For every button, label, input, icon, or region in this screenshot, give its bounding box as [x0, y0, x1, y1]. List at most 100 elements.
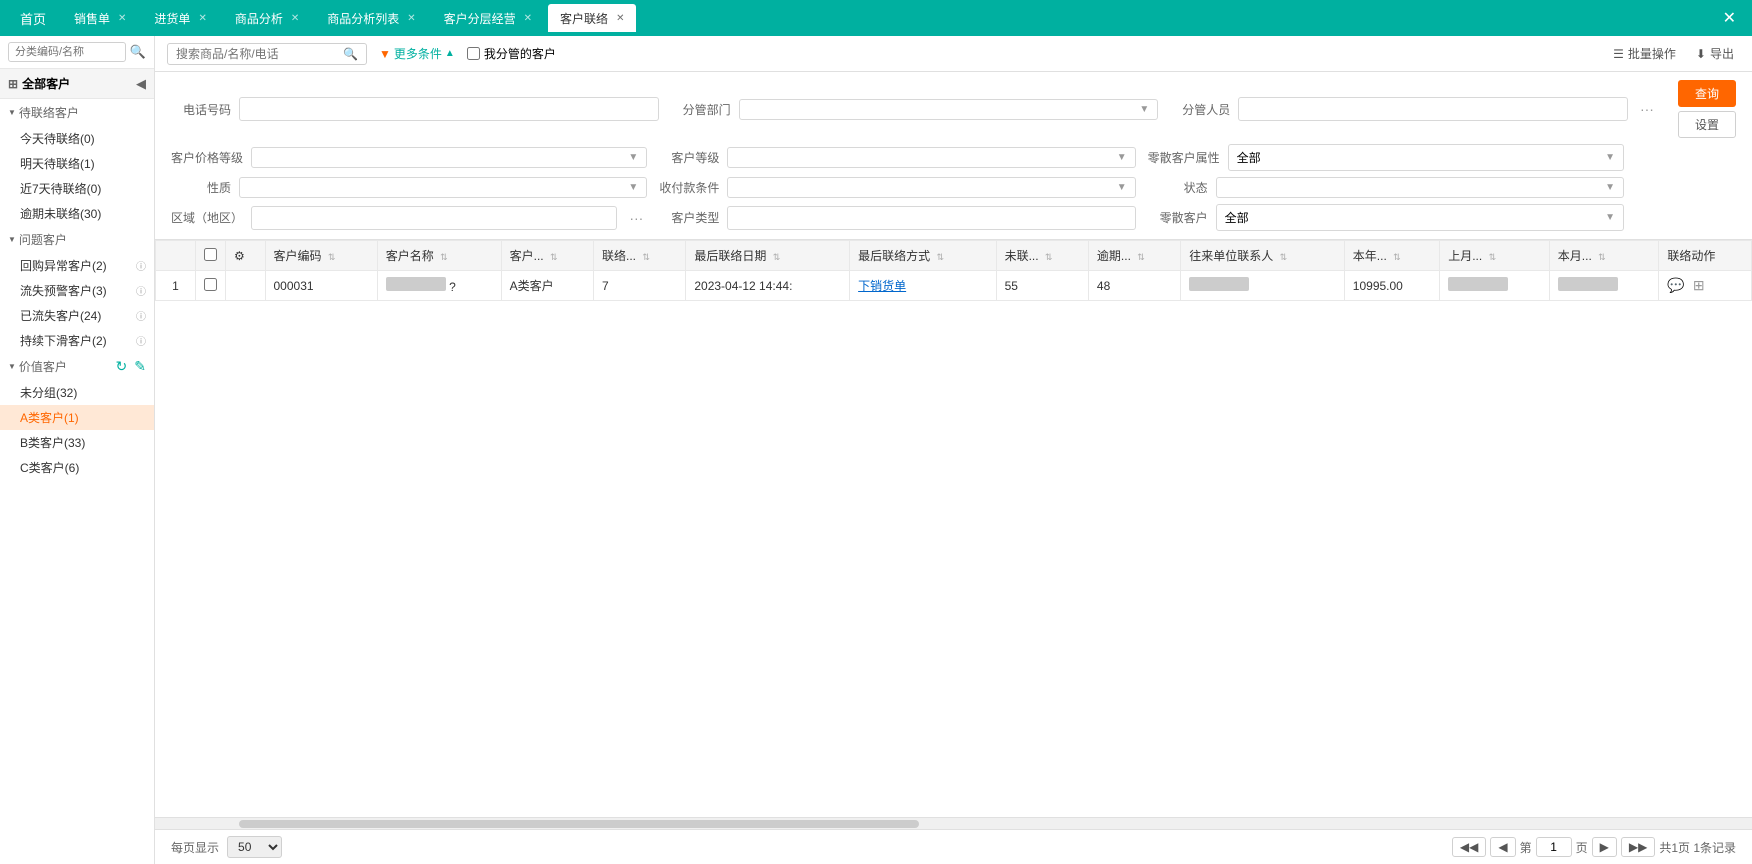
sort-last-date: ⇅: [773, 252, 781, 262]
col-header-type[interactable]: 客户... ⇅: [501, 241, 593, 271]
close-tab-customer-contact[interactable]: ✕: [616, 13, 624, 24]
filter-dept-select[interactable]: ▼: [739, 99, 1159, 120]
filter-phone-input[interactable]: [239, 97, 659, 121]
cust-grade-arrow: ▼: [1117, 152, 1127, 163]
info-icon-3: ⓘ: [136, 308, 146, 323]
first-page-btn[interactable]: ◀◀: [1452, 837, 1486, 857]
table-header-row: ⚙ 客户编码 ⇅ 客户名称 ⇅ 客户... ⇅: [156, 241, 1752, 271]
export-btn[interactable]: ⬇ 导出: [1690, 42, 1740, 65]
close-tab-analysis[interactable]: ✕: [291, 13, 299, 24]
nav-home[interactable]: 首页: [8, 4, 58, 32]
col-header-settings[interactable]: ⚙: [226, 241, 266, 271]
page-number-input[interactable]: [1536, 837, 1572, 857]
sidebar-collapse-icon[interactable]: ◀: [136, 76, 146, 92]
close-tab-analysis-list[interactable]: ✕: [407, 13, 415, 24]
filter-region-input[interactable]: [251, 206, 617, 230]
filter-scatter-select[interactable]: 全部 ▼: [1216, 204, 1624, 231]
main-layout: 🔍 ⊞ 全部客户 ◀ ▼ 待联络客户 今天待联络(0) 明天待联络(1) 近7天…: [0, 36, 1752, 864]
col-header-unit-contact[interactable]: 往来单位联系人 ⇅: [1181, 241, 1345, 271]
sidebar-item-overdue[interactable]: 逾期未联络(30): [0, 201, 154, 226]
nav-tab-customer-contact[interactable]: 客户联络 ✕: [548, 4, 636, 32]
query-button[interactable]: 查询: [1678, 80, 1736, 107]
col-header-code[interactable]: 客户编码 ⇅: [265, 241, 377, 271]
sort-name: ⇅: [440, 252, 448, 262]
cell-no-contact: 55: [996, 271, 1088, 301]
col-header-this-year[interactable]: 本年... ⇅: [1344, 241, 1439, 271]
filter-scatter-attr-select[interactable]: 全部 ▼: [1228, 144, 1624, 171]
filter-customer-type-input[interactable]: [727, 206, 1135, 230]
sort-this-month: ⇅: [1598, 252, 1606, 262]
scrollbar-thumb[interactable]: [239, 820, 919, 828]
cell-last-method[interactable]: 下销货单: [850, 271, 996, 301]
window-close-btn[interactable]: ✕: [1715, 8, 1744, 28]
filter-payment-select[interactable]: ▼: [727, 177, 1135, 198]
close-tab-customer-mgmt[interactable]: ✕: [524, 13, 532, 24]
sidebar-item-class-a[interactable]: A类客户(1): [0, 405, 154, 430]
cell-num: 1: [156, 271, 196, 301]
my-customers-check[interactable]: [467, 47, 480, 60]
nav-tab-customer-mgmt[interactable]: 客户分层经营 ✕: [432, 4, 544, 32]
sidebar-item-class-b[interactable]: B类客户(33): [0, 430, 154, 455]
sidebar-item-unclassified[interactable]: 未分组(32): [0, 380, 154, 405]
sidebar-search-icon[interactable]: 🔍: [130, 44, 146, 60]
select-all-checkbox[interactable]: [204, 248, 217, 261]
filter-row-2: 客户价格等级 ▼ 客户等级 ▼ 零散客户属性 全部: [171, 144, 1736, 171]
filter-status-label: 状态: [1148, 179, 1208, 196]
last-page-btn[interactable]: ▶▶: [1621, 837, 1655, 857]
settings-button[interactable]: 设置: [1678, 111, 1736, 138]
section-pending-contact[interactable]: ▼ 待联络客户: [0, 99, 154, 126]
batch-op-btn[interactable]: ☰ 批量操作: [1607, 42, 1682, 65]
table-settings-icon[interactable]: ⚙: [234, 249, 245, 263]
sidebar-search-input[interactable]: [8, 42, 126, 62]
section-problem-customers[interactable]: ▼ 问题客户: [0, 226, 154, 253]
grid-action-icon[interactable]: ⊞: [1693, 277, 1705, 294]
message-icon[interactable]: 💬: [1667, 277, 1684, 294]
sidebar-item-declining[interactable]: 持续下滑客户(2) ⓘ: [0, 328, 154, 353]
per-page-select[interactable]: 50 100 200: [227, 836, 282, 858]
nav-tab-sales[interactable]: 销售单 ✕: [62, 4, 138, 32]
close-tab-sales[interactable]: ✕: [118, 13, 126, 24]
col-header-no-contact[interactable]: 未联... ⇅: [996, 241, 1088, 271]
col-header-this-month[interactable]: 本月... ⇅: [1549, 241, 1659, 271]
section-triangle: ▼: [8, 108, 16, 117]
col-header-last-month[interactable]: 上月... ⇅: [1440, 241, 1550, 271]
close-tab-purchase[interactable]: ✕: [198, 13, 206, 24]
filter-status-select[interactable]: ▼: [1216, 177, 1624, 198]
sidebar-item-class-c[interactable]: C类客户(6): [0, 455, 154, 480]
nav-tab-analysis[interactable]: 商品分析 ✕: [223, 4, 311, 32]
sidebar-item-repurchase-anomaly[interactable]: 回购异常客户(2) ⓘ: [0, 253, 154, 278]
filter-search-input[interactable]: [176, 47, 339, 61]
horizontal-scrollbar[interactable]: [155, 817, 1752, 829]
sidebar-item-today[interactable]: 今天待联络(0): [0, 126, 154, 151]
col-header-name[interactable]: 客户名称 ⇅: [377, 241, 501, 271]
sidebar-item-tomorrow[interactable]: 明天待联络(1): [0, 151, 154, 176]
col-header-contact[interactable]: 联络... ⇅: [593, 241, 685, 271]
col-header-last-method[interactable]: 最后联络方式 ⇅: [850, 241, 996, 271]
edit-icon[interactable]: ✎: [134, 358, 146, 375]
nav-tab-analysis-list[interactable]: 商品分析列表 ✕: [315, 4, 427, 32]
col-header-overdue[interactable]: 逾期... ⇅: [1088, 241, 1180, 271]
cell-check[interactable]: [196, 271, 226, 301]
last-month-blurred: [1448, 277, 1508, 291]
sidebar-item-churn-warning[interactable]: 流失预警客户(3) ⓘ: [0, 278, 154, 303]
filter-region-more[interactable]: ···: [625, 210, 647, 226]
filter-manager-input[interactable]: [1238, 97, 1628, 121]
refresh-icon[interactable]: ↻: [116, 358, 128, 375]
row-checkbox[interactable]: [204, 278, 217, 291]
sidebar-item-7days[interactable]: 近7天待联络(0): [0, 176, 154, 201]
filter-search-icon[interactable]: 🔍: [343, 47, 358, 61]
filter-more-btn[interactable]: ▼ 更多条件 ▲: [379, 45, 455, 62]
col-header-last-date[interactable]: 最后联络日期 ⇅: [686, 241, 850, 271]
section-value-customers[interactable]: ▼ 价值客户 ↻ ✎: [0, 353, 154, 380]
filter-customer-grade-select[interactable]: ▼: [727, 147, 1135, 168]
next-page-btn[interactable]: ▶: [1592, 837, 1617, 857]
my-customers-checkbox[interactable]: 我分管的客户: [467, 45, 556, 62]
col-header-check[interactable]: [196, 241, 226, 271]
filter-price-grade-select[interactable]: ▼: [251, 147, 647, 168]
prev-page-btn[interactable]: ◀: [1490, 837, 1515, 857]
filter-nature-select[interactable]: ▼: [239, 177, 647, 198]
filter-manager-more[interactable]: ···: [1636, 101, 1658, 117]
sidebar-item-churned[interactable]: 已流失客户(24) ⓘ: [0, 303, 154, 328]
nav-tab-purchase[interactable]: 进货单 ✕: [142, 4, 218, 32]
filter-customer-grade-label: 客户等级: [659, 149, 719, 166]
